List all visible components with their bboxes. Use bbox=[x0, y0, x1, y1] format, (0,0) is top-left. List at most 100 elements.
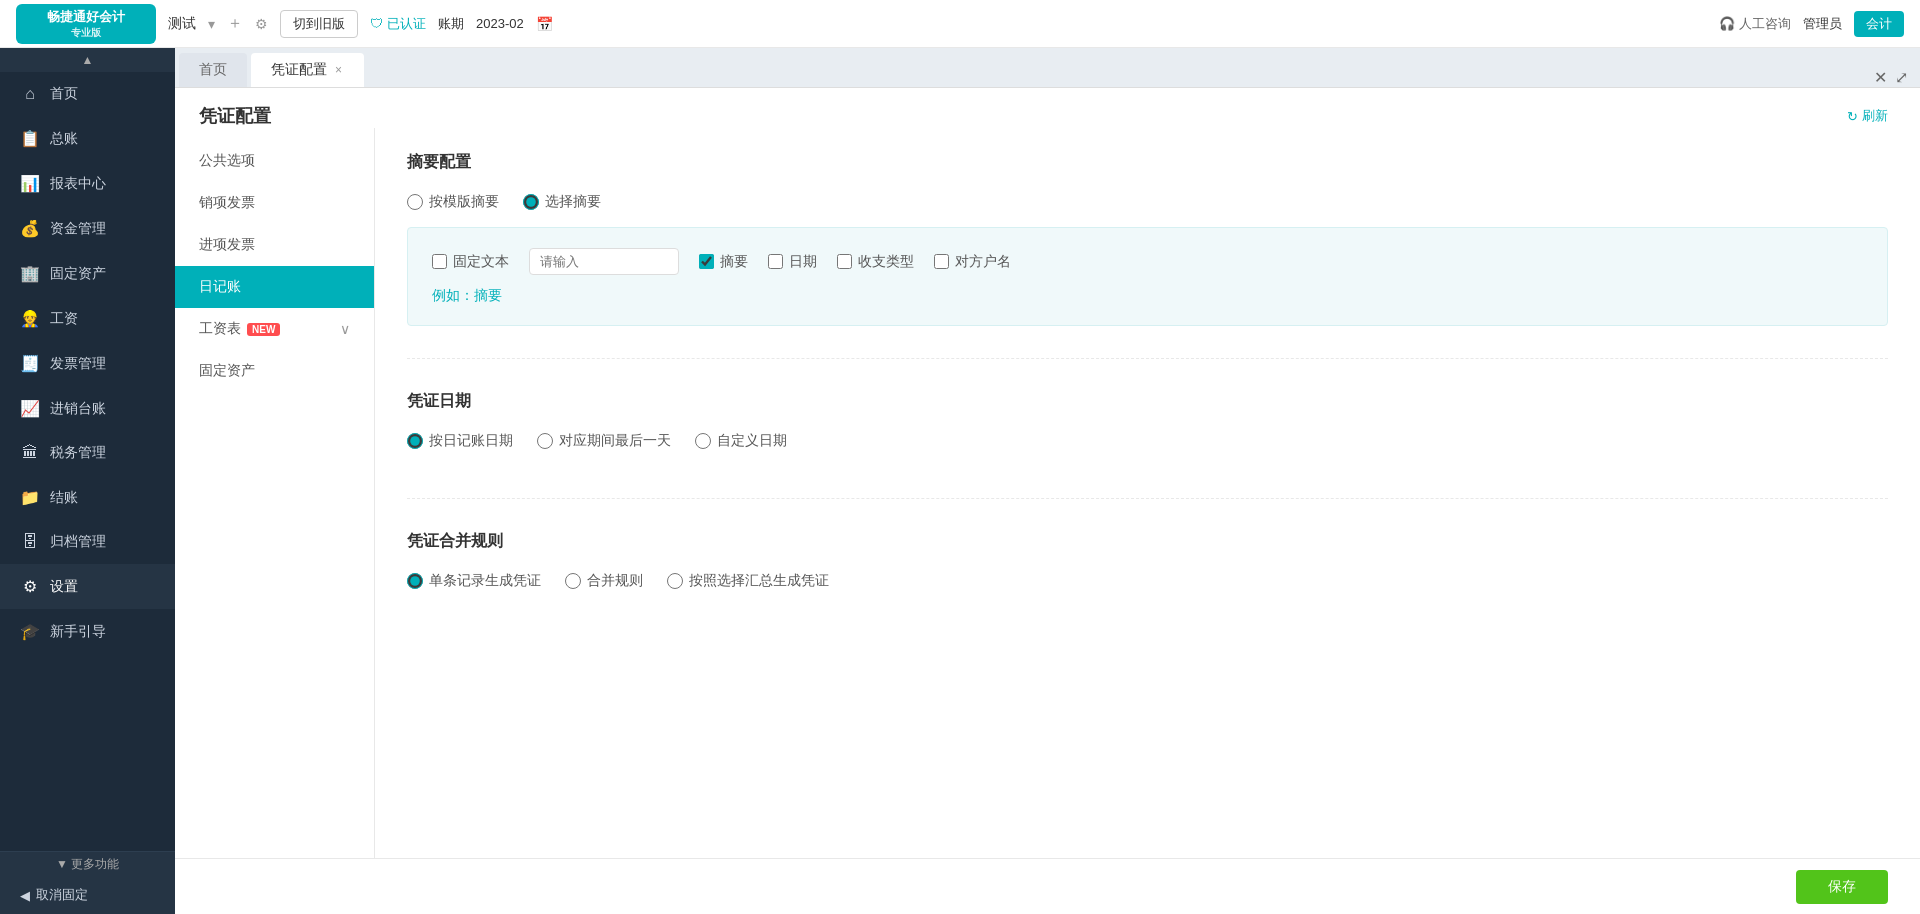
sidebar-item-payroll[interactable]: 👷 工资 bbox=[0, 296, 175, 341]
sidebar-item-tax[interactable]: 🏛 税务管理 bbox=[0, 431, 175, 475]
checkbox-counterparty-label[interactable]: 对方户名 bbox=[934, 253, 1011, 271]
refresh-icon: ↻ bbox=[1847, 109, 1858, 124]
radio-template-input[interactable] bbox=[407, 194, 423, 210]
fixed-text-input[interactable] bbox=[529, 248, 679, 275]
checkbox-summary-input[interactable] bbox=[699, 254, 714, 269]
admin-label[interactable]: 管理员 bbox=[1803, 15, 1842, 33]
switch-version-button[interactable]: 切到旧版 bbox=[280, 10, 358, 38]
page-title: 凭证配置 bbox=[199, 104, 271, 128]
sidebar-item-label: 新手引导 bbox=[50, 623, 106, 641]
example-text: 例如：摘要 bbox=[432, 287, 1863, 305]
tab-expand-icon[interactable]: ⤢ bbox=[1895, 68, 1908, 87]
bottom-save-bar: 保存 bbox=[175, 858, 1920, 914]
sales-ledger-icon: 📈 bbox=[20, 399, 40, 418]
radio-journal-date-input[interactable] bbox=[407, 433, 423, 449]
radio-single-text: 单条记录生成凭证 bbox=[429, 572, 541, 590]
accountant-button[interactable]: 会计 bbox=[1854, 11, 1904, 37]
left-nav-public[interactable]: 公共选项 bbox=[175, 140, 374, 182]
radio-single-label[interactable]: 单条记录生成凭证 bbox=[407, 572, 541, 590]
sidebar-item-sales-ledger[interactable]: 📈 进销台账 bbox=[0, 386, 175, 431]
tab-close-icon[interactable]: × bbox=[333, 63, 344, 77]
sidebar-item-label: 固定资产 bbox=[50, 265, 106, 283]
sidebar-item-label: 总账 bbox=[50, 130, 78, 148]
radio-custom-date-label[interactable]: 自定义日期 bbox=[695, 432, 787, 450]
radio-aggregate-label[interactable]: 按照选择汇总生成凭证 bbox=[667, 572, 829, 590]
logo-subtitle: 专业版 bbox=[71, 26, 101, 40]
tab-bar-actions: ✕ ⤢ bbox=[1862, 68, 1920, 87]
sidebar: ▲ ⌂ 首页 📋 总账 📊 报表中心 💰 资金管理 🏢 固定资产 👷 工资 🧾 … bbox=[0, 48, 175, 914]
radio-select-text: 选择摘要 bbox=[545, 193, 601, 211]
radio-select-label[interactable]: 选择摘要 bbox=[523, 193, 601, 211]
checkbox-fixed-text-label[interactable]: 固定文本 bbox=[432, 253, 509, 271]
sidebar-scroll-up[interactable]: ▲ bbox=[0, 48, 175, 72]
gear-icon[interactable]: ⚙ bbox=[255, 16, 268, 32]
ledger-icon: 📋 bbox=[20, 129, 40, 148]
checkbox-counterparty-text: 对方户名 bbox=[955, 253, 1011, 271]
section-abstract-title: 摘要配置 bbox=[407, 152, 1888, 173]
checkbox-counterparty-input[interactable] bbox=[934, 254, 949, 269]
radio-aggregate-input[interactable] bbox=[667, 573, 683, 589]
tab-home[interactable]: 首页 bbox=[179, 53, 247, 87]
right-content: 摘要配置 按模版摘要 选择摘要 bbox=[375, 128, 1920, 858]
sidebar-item-label: 税务管理 bbox=[50, 444, 106, 462]
page-content: 凭证配置 ↻ 刷新 公共选项 销项发票 bbox=[175, 88, 1920, 914]
radio-custom-date-input[interactable] bbox=[695, 433, 711, 449]
sidebar-item-label: 结账 bbox=[50, 489, 78, 507]
checkbox-summary-text: 摘要 bbox=[720, 253, 748, 271]
sidebar-item-guide[interactable]: 🎓 新手引导 bbox=[0, 609, 175, 654]
radio-last-day-input[interactable] bbox=[537, 433, 553, 449]
left-nav: 公共选项 销项发票 进项发票 日记账 工资表 bbox=[175, 128, 375, 858]
calendar-icon[interactable]: 📅 bbox=[536, 16, 553, 32]
sidebar-item-closing[interactable]: 📁 结账 bbox=[0, 475, 175, 520]
radio-single-input[interactable] bbox=[407, 573, 423, 589]
checkbox-pay-type-input[interactable] bbox=[837, 254, 852, 269]
left-nav-journal[interactable]: 日记账 bbox=[175, 266, 374, 308]
tab-bar: 首页 凭证配置 × ✕ ⤢ bbox=[175, 48, 1920, 88]
radio-template-label[interactable]: 按模版摘要 bbox=[407, 193, 499, 211]
tab-close-window-icon[interactable]: ✕ bbox=[1874, 68, 1887, 87]
sidebar-item-label: 设置 bbox=[50, 578, 78, 596]
left-nav-purchase-invoice[interactable]: 进项发票 bbox=[175, 224, 374, 266]
company-dropdown-icon[interactable]: ▾ bbox=[208, 16, 215, 32]
radio-select-input[interactable] bbox=[523, 194, 539, 210]
example-prefix: 例如： bbox=[432, 287, 474, 303]
checkbox-fixed-text-input[interactable] bbox=[432, 254, 447, 269]
date-radio-group: 按日记账日期 对应期间最后一天 自定义日期 bbox=[407, 432, 1888, 450]
section-merge: 凭证合并规则 单条记录生成凭证 合并规则 bbox=[407, 531, 1888, 638]
shield-icon: 🛡 bbox=[370, 16, 383, 31]
left-nav-fixed-assets[interactable]: 固定资产 bbox=[175, 350, 374, 392]
radio-merge-input[interactable] bbox=[565, 573, 581, 589]
left-nav-payroll-table[interactable]: 工资表 NEW ∨ bbox=[175, 308, 374, 350]
checkbox-summary-label[interactable]: 摘要 bbox=[699, 253, 748, 271]
cancel-fixed-button[interactable]: ◀ 取消固定 bbox=[0, 876, 175, 914]
cancel-fixed-label: 取消固定 bbox=[36, 886, 88, 904]
sidebar-item-settings[interactable]: ⚙ 设置 bbox=[0, 564, 175, 609]
tab-voucher-config[interactable]: 凭证配置 × bbox=[251, 53, 364, 87]
checkbox-date-label[interactable]: 日期 bbox=[768, 253, 817, 271]
save-button[interactable]: 保存 bbox=[1796, 870, 1888, 904]
sidebar-item-label: 工资 bbox=[50, 310, 78, 328]
sidebar-item-ledger[interactable]: 📋 总账 bbox=[0, 116, 175, 161]
sidebar-item-label: 首页 bbox=[50, 85, 78, 103]
refresh-button[interactable]: ↻ 刷新 bbox=[1847, 107, 1888, 125]
content-area: 首页 凭证配置 × ✕ ⤢ 凭证配置 ↻ 刷新 bbox=[175, 48, 1920, 914]
sidebar-item-archive[interactable]: 🗄 归档管理 bbox=[0, 520, 175, 564]
radio-aggregate-text: 按照选择汇总生成凭证 bbox=[689, 572, 829, 590]
sidebar-item-assets[interactable]: 🏢 固定资产 bbox=[0, 251, 175, 296]
add-icon[interactable]: ＋ bbox=[227, 13, 243, 34]
checkbox-pay-type-label[interactable]: 收支类型 bbox=[837, 253, 914, 271]
sidebar-item-invoice[interactable]: 🧾 发票管理 bbox=[0, 341, 175, 386]
sidebar-item-reports[interactable]: 📊 报表中心 bbox=[0, 161, 175, 206]
consulting-button[interactable]: 🎧 人工咨询 bbox=[1719, 15, 1791, 33]
radio-merge-label[interactable]: 合并规则 bbox=[565, 572, 643, 590]
sidebar-item-funds[interactable]: 💰 资金管理 bbox=[0, 206, 175, 251]
verified-badge: 🛡 已认证 bbox=[370, 15, 426, 33]
checkbox-fixed-text-label-text: 固定文本 bbox=[453, 253, 509, 271]
sidebar-scroll-down[interactable]: ▼ 更多功能 bbox=[0, 852, 175, 876]
section-date: 凭证日期 按日记账日期 对应期间最后一天 bbox=[407, 391, 1888, 499]
checkbox-date-input[interactable] bbox=[768, 254, 783, 269]
radio-last-day-label[interactable]: 对应期间最后一天 bbox=[537, 432, 671, 450]
radio-journal-date-label[interactable]: 按日记账日期 bbox=[407, 432, 513, 450]
left-nav-sales-invoice[interactable]: 销项发票 bbox=[175, 182, 374, 224]
sidebar-item-home[interactable]: ⌂ 首页 bbox=[0, 72, 175, 116]
